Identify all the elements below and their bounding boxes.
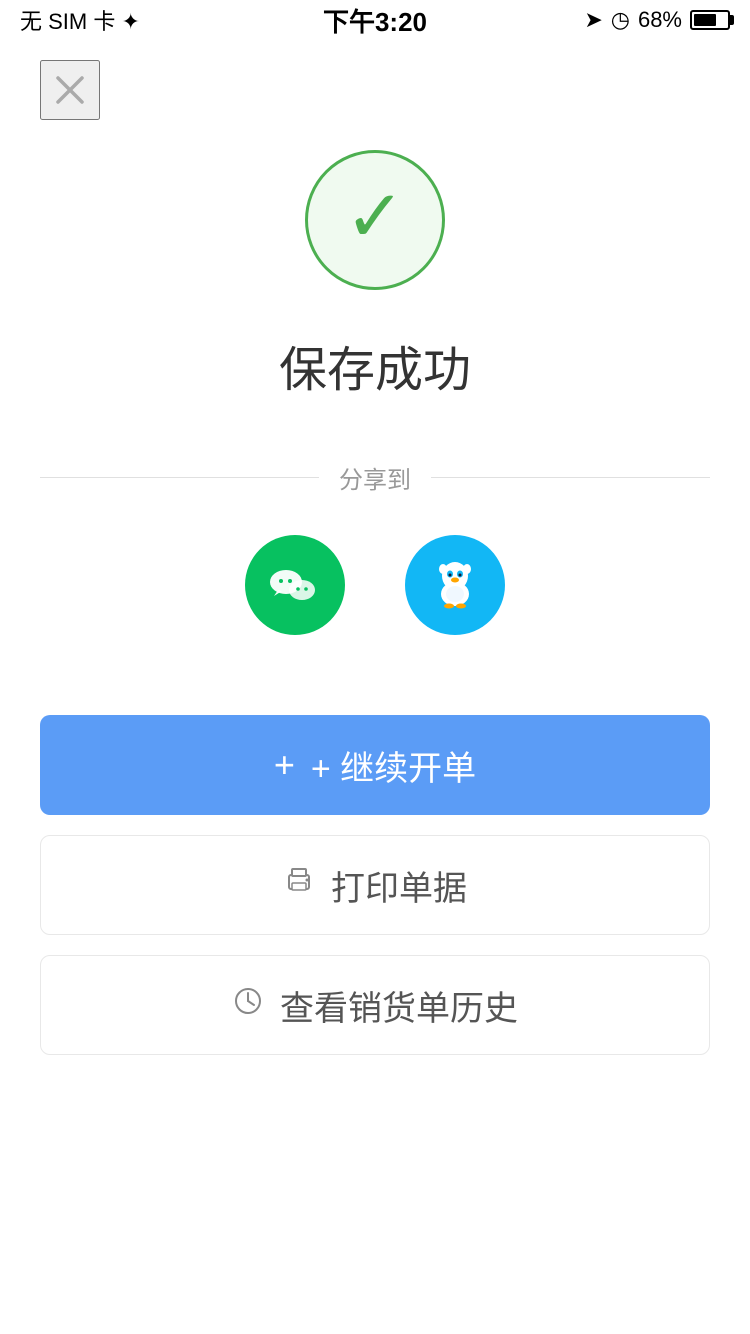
wechat-share-button[interactable] — [245, 535, 345, 635]
close-button[interactable] — [40, 60, 100, 120]
battery-fill — [694, 14, 716, 26]
checkmark-icon: ✓ — [345, 181, 405, 253]
share-divider: 分享到 — [40, 460, 710, 495]
status-left: 无 SIM 卡 ✦ — [20, 4, 140, 36]
share-label: 分享到 — [339, 460, 411, 495]
battery-percent: 68% — [638, 7, 682, 33]
plus-icon: + — [274, 744, 295, 786]
history-label: 查看销货单历史 — [280, 981, 518, 1030]
print-button[interactable]: 打印单据 — [40, 835, 710, 935]
printer-icon — [283, 865, 315, 905]
main-content: ✓ 保存成功 分享到 — [0, 40, 750, 1334]
qq-icon — [426, 556, 484, 614]
divider-right — [431, 477, 710, 478]
close-icon — [52, 72, 88, 108]
location-icon: ➤ — [584, 7, 602, 33]
status-right: ➤ ◷ 68% — [584, 7, 730, 33]
qq-share-button[interactable] — [405, 535, 505, 635]
print-label: 打印单据 — [331, 861, 467, 910]
divider-left — [40, 477, 319, 478]
success-title: 保存成功 — [279, 330, 471, 400]
battery-icon — [690, 10, 730, 30]
success-circle: ✓ — [305, 150, 445, 290]
share-icons — [245, 535, 505, 635]
clock-icon — [232, 985, 264, 1025]
status-bar: 无 SIM 卡 ✦ 下午3:20 ➤ ◷ 68% — [0, 0, 750, 40]
continue-label: + 继续开单 — [311, 741, 476, 790]
sim-status: 无 SIM 卡 ✦ — [20, 4, 140, 36]
history-button[interactable]: 查看销货单历史 — [40, 955, 710, 1055]
action-buttons: + + 继续开单 打印单据 — [40, 715, 710, 1055]
wechat-icon — [266, 556, 324, 614]
alarm-icon: ◷ — [611, 7, 630, 33]
continue-button[interactable]: + + 继续开单 — [40, 715, 710, 815]
status-time: 下午3:20 — [323, 2, 427, 39]
